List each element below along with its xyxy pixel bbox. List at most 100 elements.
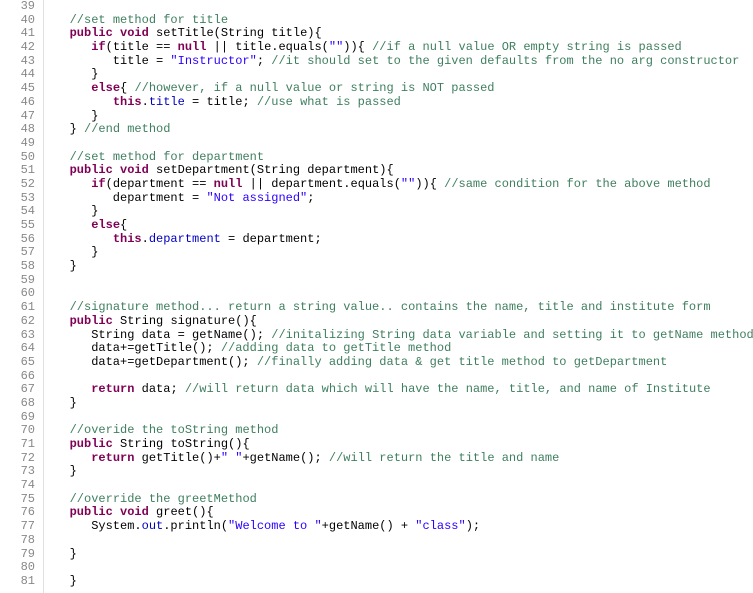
code-line[interactable]	[48, 561, 753, 575]
token-kw: void	[120, 26, 149, 40]
token-plain	[48, 492, 70, 506]
code-line[interactable]: if(department == null || department.equa…	[48, 178, 753, 192]
code-line[interactable]: }	[48, 465, 753, 479]
token-kw: void	[120, 505, 149, 519]
code-line[interactable]: }	[48, 397, 753, 411]
code-line[interactable]: return getTitle()+" "+getName(); //will …	[48, 452, 753, 466]
code-line[interactable]: }	[48, 260, 753, 274]
code-line[interactable]: public String toString(){	[48, 438, 753, 452]
code-line[interactable]: public void greet(){	[48, 506, 753, 520]
code-line[interactable]: }	[48, 205, 753, 219]
line-number: 75	[0, 493, 35, 507]
token-plain	[48, 437, 70, 451]
token-kw: this	[113, 232, 142, 246]
token-kw: public	[70, 314, 113, 328]
code-line[interactable]: title = "Instructor"; //it should set to…	[48, 55, 753, 69]
code-line[interactable]: //set method for department	[48, 151, 753, 165]
line-number: 65	[0, 356, 35, 370]
code-line[interactable]: this.department = department;	[48, 233, 753, 247]
token-kw: null	[214, 177, 243, 191]
line-number: 67	[0, 383, 35, 397]
code-line[interactable]: data+=getTitle(); //adding data to getTi…	[48, 342, 753, 356]
code-line[interactable]	[48, 0, 753, 14]
token-kw: return	[91, 451, 134, 465]
token-plain	[48, 451, 91, 465]
code-line[interactable]: else{ //however, if a null value or stri…	[48, 82, 753, 96]
line-number: 54	[0, 205, 35, 219]
code-line[interactable]	[48, 137, 753, 151]
code-line[interactable]: //set method for title	[48, 14, 753, 28]
token-plain: String toString(){	[113, 437, 250, 451]
code-line[interactable]: //override the greetMethod	[48, 493, 753, 507]
token-plain	[48, 40, 91, 54]
code-line[interactable]: //overide the toString method	[48, 424, 753, 438]
code-line[interactable]	[48, 274, 753, 288]
code-line[interactable]: data+=getDepartment(); //finally adding …	[48, 356, 753, 370]
token-plain: (department ==	[106, 177, 214, 191]
code-line[interactable]: department = "Not assigned";	[48, 192, 753, 206]
code-line[interactable]	[48, 411, 753, 425]
line-number: 50	[0, 151, 35, 165]
line-number: 43	[0, 55, 35, 69]
token-fld: department	[149, 232, 221, 246]
code-line[interactable]: }	[48, 110, 753, 124]
token-plain: }	[48, 245, 98, 259]
line-number: 41	[0, 27, 35, 41]
code-line[interactable]: return data; //will return data which wi…	[48, 383, 753, 397]
code-line[interactable]: public String signature(){	[48, 315, 753, 329]
token-kw: if	[91, 177, 105, 191]
line-number: 66	[0, 370, 35, 384]
code-line[interactable]: public void setTitle(String title){	[48, 27, 753, 41]
token-plain: = title;	[185, 95, 257, 109]
token-cm: //set method for title	[70, 13, 228, 27]
line-number-gutter: 3940414243444546474849505152535455565758…	[0, 0, 44, 593]
code-line[interactable]: String data = getName(); //initalizing S…	[48, 329, 753, 343]
token-plain: setTitle(String title){	[149, 26, 322, 40]
token-plain: }	[48, 574, 77, 588]
token-str: ""	[401, 177, 415, 191]
token-plain: ;	[307, 191, 314, 205]
code-line[interactable]: if(title == null || title.equals("")){ /…	[48, 41, 753, 55]
token-str: "Not assigned"	[206, 191, 307, 205]
token-plain: String signature(){	[113, 314, 257, 328]
token-plain: }	[48, 67, 98, 81]
code-line[interactable]: } //end method	[48, 123, 753, 137]
token-cm: //however, if a null value or string is …	[134, 81, 494, 95]
token-kw: public	[70, 163, 113, 177]
token-plain	[48, 163, 70, 177]
line-number: 68	[0, 397, 35, 411]
line-number: 70	[0, 424, 35, 438]
token-plain: +getName();	[242, 451, 328, 465]
token-str: ""	[329, 40, 343, 54]
token-cm: //same condition for the above method	[444, 177, 710, 191]
code-editor-content[interactable]: //set method for title public void setTi…	[44, 0, 753, 593]
code-line[interactable]: //signature method... return a string va…	[48, 301, 753, 315]
code-line[interactable]: this.title = title; //use what is passed	[48, 96, 753, 110]
code-line[interactable]: }	[48, 575, 753, 589]
token-cm: //use what is passed	[257, 95, 401, 109]
code-line[interactable]	[48, 370, 753, 384]
line-number: 44	[0, 68, 35, 82]
code-line[interactable]: public void setDepartment(String departm…	[48, 164, 753, 178]
token-plain: }	[48, 109, 98, 123]
line-number: 39	[0, 0, 35, 14]
code-line[interactable]: else{	[48, 219, 753, 233]
code-line[interactable]	[48, 479, 753, 493]
code-line[interactable]: }	[48, 548, 753, 562]
token-plain: }	[48, 259, 77, 273]
code-line[interactable]	[48, 287, 753, 301]
token-plain: }	[48, 464, 77, 478]
code-line[interactable]: System.out.println("Welcome to "+getName…	[48, 520, 753, 534]
line-number: 40	[0, 14, 35, 28]
line-number: 46	[0, 96, 35, 110]
token-plain	[48, 505, 70, 519]
line-number: 51	[0, 164, 35, 178]
token-cm: //override the greetMethod	[70, 492, 257, 506]
token-plain: setDepartment(String department){	[149, 163, 394, 177]
code-line[interactable]: }	[48, 68, 753, 82]
code-line[interactable]	[48, 534, 753, 548]
token-plain: )){	[343, 40, 372, 54]
code-line[interactable]: }	[48, 246, 753, 260]
token-plain: );	[466, 519, 480, 533]
line-number: 60	[0, 287, 35, 301]
